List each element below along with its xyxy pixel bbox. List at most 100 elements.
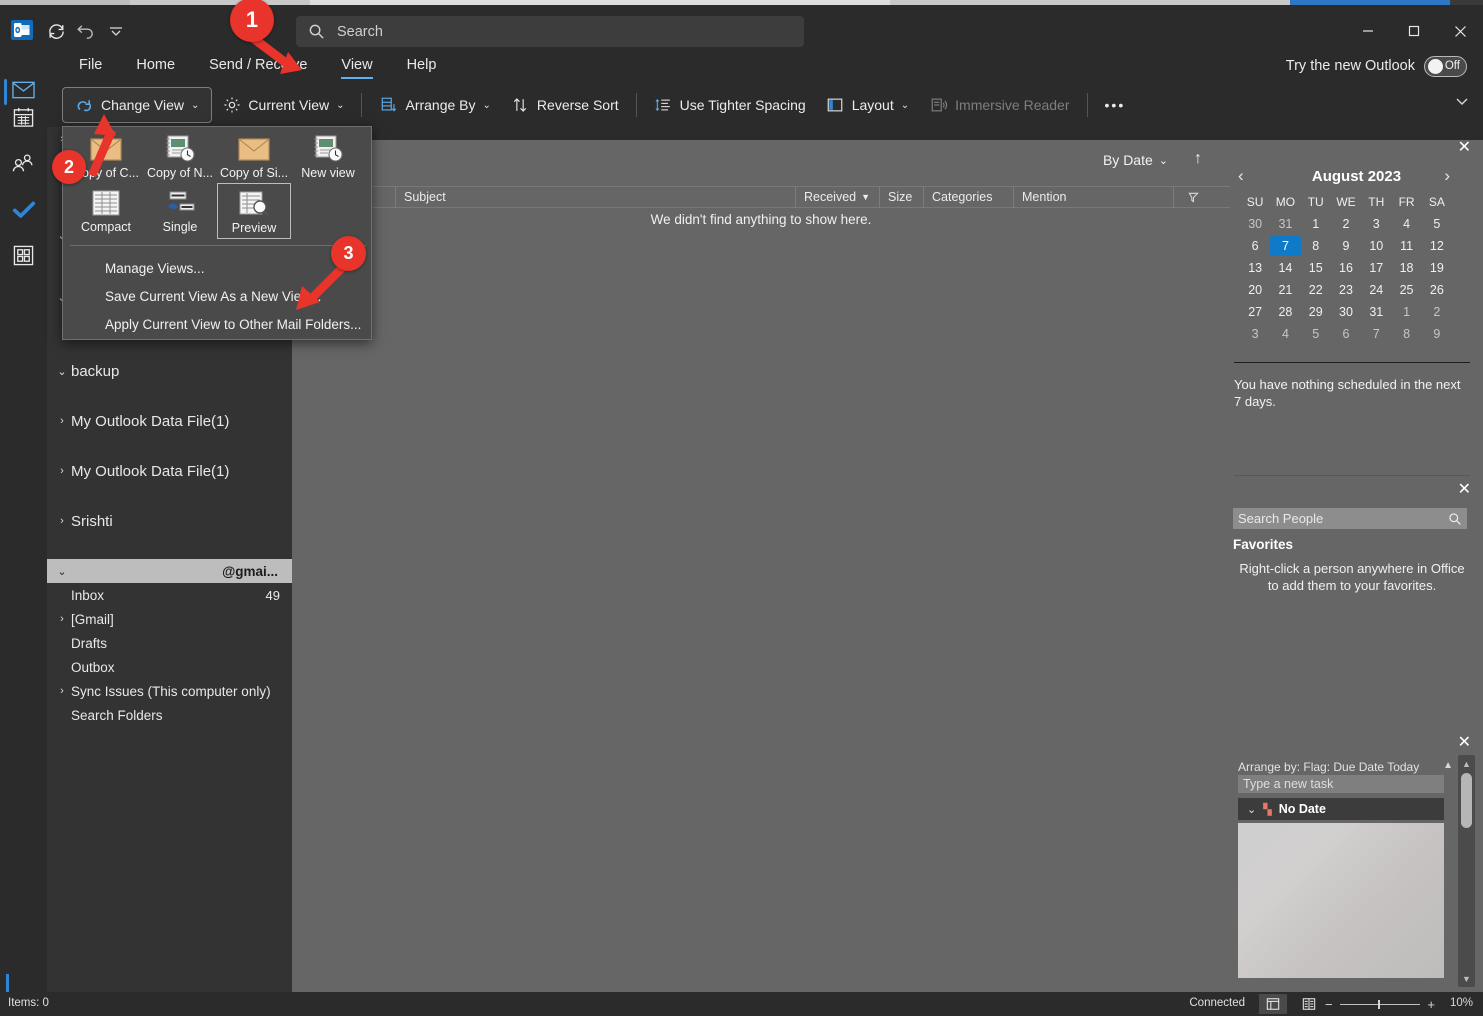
column-header-subject[interactable]: Subject [396, 186, 796, 208]
column-header-mention[interactable]: Mention [1014, 186, 1174, 208]
calendar-day[interactable]: 23 [1331, 280, 1361, 300]
tab-send-receive[interactable]: Send / Receive [192, 48, 324, 83]
sync-icon[interactable] [44, 19, 68, 43]
reverse-sort-button[interactable]: Reverse Sort [501, 87, 629, 123]
normal-view-button[interactable] [1259, 994, 1287, 1014]
calendar-day[interactable]: 3 [1361, 214, 1391, 234]
use-tighter-spacing-button[interactable]: Use Tighter Spacing [644, 87, 816, 123]
zoom-slider[interactable]: − + [1325, 996, 1435, 1012]
sort-by-button[interactable]: By Date ⌄ [1103, 152, 1168, 168]
scroll-down-arrow-icon[interactable]: ▼ [1458, 971, 1475, 986]
chevron-right-icon[interactable]: › [55, 465, 69, 477]
calendar-pane-close-button[interactable]: ✕ [1458, 140, 1471, 156]
change-view-gallery-item[interactable]: New view [291, 129, 365, 185]
tab-help[interactable]: Help [390, 48, 454, 83]
folder-tree-row[interactable]: ›Srishti [47, 509, 292, 533]
calendar-day[interactable]: 13 [1240, 258, 1270, 278]
calendar-day[interactable]: 16 [1331, 258, 1361, 278]
chevron-right-icon[interactable]: › [55, 613, 69, 625]
zoom-track[interactable] [1340, 1004, 1421, 1005]
calendar-next-month-button[interactable]: › [1444, 166, 1450, 186]
chevron-down-icon[interactable]: ⌄ [55, 565, 69, 578]
calendar-day[interactable]: 4 [1270, 324, 1300, 344]
calendar-day[interactable]: 15 [1301, 258, 1331, 278]
change-view-gallery-item[interactable]: Copy of Si... [217, 129, 291, 185]
folder-tree-row[interactable]: ›My Outlook Data File(1) [47, 459, 292, 483]
search-input[interactable]: Search [296, 16, 804, 47]
calendar-day[interactable]: 9 [1331, 236, 1361, 256]
zoom-out-button[interactable]: − [1325, 997, 1333, 1012]
undo-icon[interactable] [73, 19, 97, 43]
calendar-day[interactable]: 31 [1270, 214, 1300, 234]
folder-tree-row[interactable]: ›[Gmail] [47, 607, 292, 631]
calendar-day[interactable]: 8 [1301, 236, 1331, 256]
change-view-gallery-item[interactable]: Compact [69, 183, 143, 239]
task-group-header[interactable]: ⌄ ▚ No Date [1238, 798, 1444, 820]
calendar-day[interactable]: 6 [1240, 236, 1270, 256]
chevron-right-icon[interactable]: › [55, 415, 69, 427]
calendar-day[interactable]: 4 [1391, 214, 1421, 234]
scrollbar-thumb[interactable] [1461, 773, 1472, 828]
close-button[interactable] [1437, 15, 1483, 47]
chevron-down-icon[interactable]: ⌄ [55, 365, 69, 378]
maximize-button[interactable] [1391, 15, 1437, 47]
quick-access-chevron-down-icon[interactable] [104, 19, 128, 43]
calendar-day[interactable]: 5 [1301, 324, 1331, 344]
calendar-day[interactable]: 26 [1422, 280, 1452, 300]
calendar-day[interactable]: 17 [1361, 258, 1391, 278]
column-header-received[interactable]: Received ▼ [796, 186, 880, 208]
apply-current-view-command[interactable]: Apply Current View to Other Mail Folders… [70, 310, 366, 338]
search-people-input[interactable]: Search People [1233, 508, 1467, 529]
folder-tree-row[interactable]: Outbox [47, 655, 292, 679]
calendar-day[interactable]: 18 [1391, 258, 1421, 278]
new-task-input[interactable]: Type a new task [1238, 775, 1444, 793]
tasks-pane-close-button[interactable]: ✕ [1458, 735, 1471, 751]
calendar-day[interactable]: 9 [1422, 324, 1452, 344]
collapse-ribbon-button[interactable] [1455, 95, 1469, 109]
calendar-day[interactable]: 24 [1361, 280, 1391, 300]
column-header-flag[interactable] [1174, 186, 1204, 208]
calendar-day[interactable]: 31 [1361, 302, 1391, 322]
calendar-day[interactable]: 28 [1270, 302, 1300, 322]
change-view-gallery-item[interactable]: Preview [217, 183, 291, 239]
more-commands-button[interactable]: ••• [1095, 87, 1136, 123]
column-header-categories[interactable]: Categories [924, 186, 1014, 208]
rail-item-apps[interactable] [0, 236, 47, 280]
calendar-day[interactable]: 19 [1422, 258, 1452, 278]
calendar-day[interactable]: 12 [1422, 236, 1452, 256]
folder-tree-row[interactable]: ›My Outlook Data File(1) [47, 409, 292, 433]
current-view-button[interactable]: Current View ⌄ [212, 87, 354, 123]
change-view-gallery-item[interactable]: Single [143, 183, 217, 239]
calendar-day[interactable]: 30 [1240, 214, 1270, 234]
minimize-button[interactable] [1345, 15, 1391, 47]
sort-direction-button[interactable]: ↑ [1194, 150, 1202, 168]
calendar-day[interactable]: 30 [1331, 302, 1361, 322]
calendar-day[interactable]: 14 [1270, 258, 1300, 278]
tab-home[interactable]: Home [119, 48, 192, 83]
folder-tree-row[interactable]: ⌄backup [47, 359, 292, 383]
rail-item-people[interactable] [0, 143, 47, 187]
calendar-day[interactable]: 22 [1301, 280, 1331, 300]
calendar-day[interactable]: 25 [1391, 280, 1421, 300]
tasks-collapse-button[interactable]: ▲ [1443, 760, 1453, 771]
arrange-by-button[interactable]: Arrange By ⌄ [369, 87, 500, 123]
calendar-day[interactable]: 2 [1422, 302, 1452, 322]
folder-tree-row[interactable]: ›Sync Issues (This computer only) [47, 679, 292, 703]
calendar-day[interactable]: 2 [1331, 214, 1361, 234]
save-current-view-command[interactable]: Save Current View As a New View... [70, 282, 366, 310]
tab-file[interactable]: File [62, 48, 119, 83]
calendar-day-today[interactable]: 7 [1270, 236, 1300, 256]
zoom-thumb[interactable] [1378, 1000, 1380, 1009]
column-header-size[interactable]: Size [880, 186, 924, 208]
tasks-scrollbar[interactable]: ▲ ▼ [1458, 755, 1475, 987]
people-pane-close-button[interactable]: ✕ [1458, 482, 1471, 498]
chevron-right-icon[interactable]: › [55, 685, 69, 697]
change-view-gallery-item[interactable]: Copy of N... [143, 129, 217, 185]
reading-view-button[interactable] [1295, 994, 1323, 1014]
folder-tree-row[interactable]: Search Folders [47, 703, 292, 727]
calendar-day[interactable]: 8 [1391, 324, 1421, 344]
calendar-day[interactable]: 20 [1240, 280, 1270, 300]
calendar-day[interactable]: 7 [1361, 324, 1391, 344]
tab-view[interactable]: View [324, 48, 389, 83]
zoom-in-button[interactable]: + [1427, 997, 1435, 1012]
